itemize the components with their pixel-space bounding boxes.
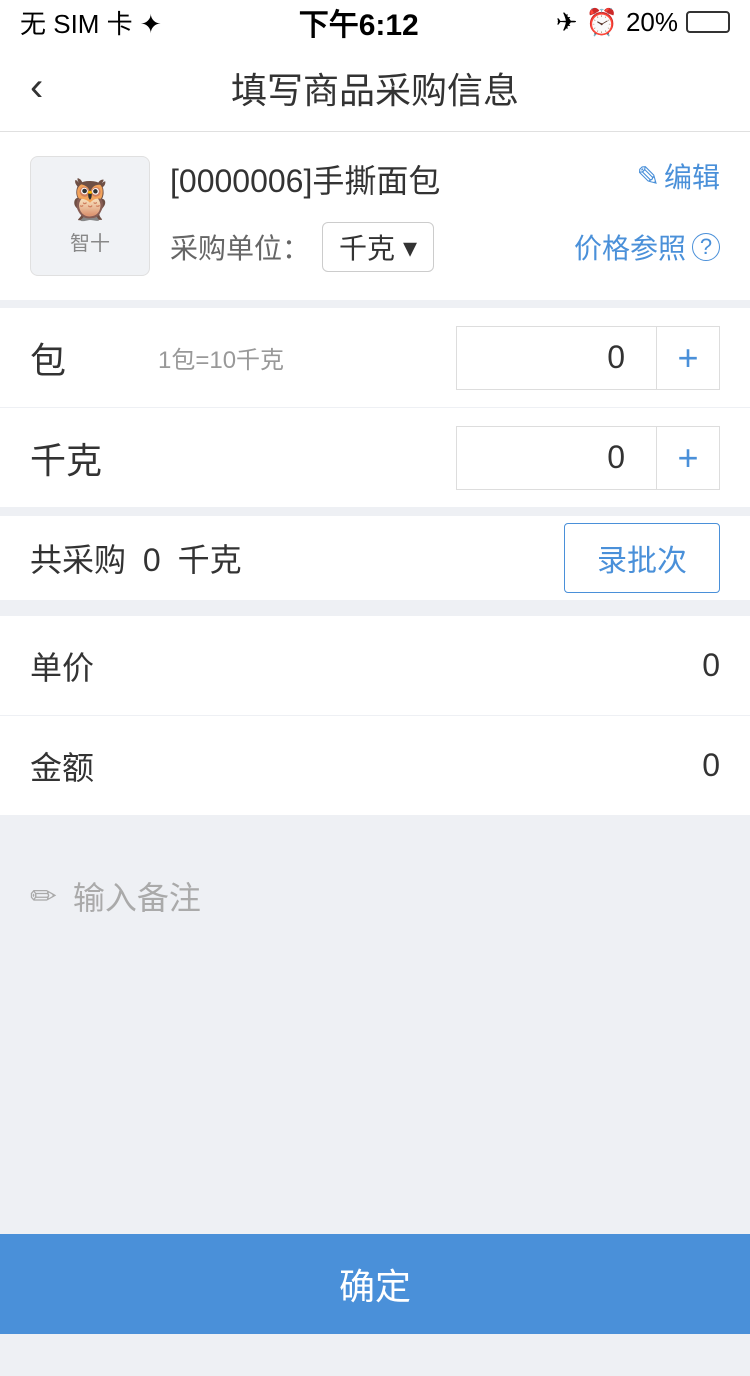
status-left: 无 SIM 卡 ✦ <box>20 4 162 41</box>
total-text: 共采购 0 千克 <box>30 535 242 581</box>
amount-row: 金额 0 <box>0 716 750 816</box>
product-info: [0000006]手撕面包 ✎ 编辑 采购单位： 千克 ▾ <box>170 156 720 272</box>
location-icon: ✈ <box>556 7 578 38</box>
total-label: 共采购 <box>30 542 126 578</box>
product-name: [0000006]手撕面包 <box>170 156 637 202</box>
status-bar: 无 SIM 卡 ✦ 下午6:12 ✈ ⏰ 20% <box>0 0 750 44</box>
alarm-icon: ⏰ <box>586 7 618 38</box>
page-title: 填写商品采购信息 <box>231 62 519 114</box>
product-card: 🦉 智十 [0000006]手撕面包 ✎ 编辑 采购单位： 千克 <box>0 132 750 308</box>
total-row: 共采购 0 千克 录批次 <box>0 508 750 608</box>
qty-label-kg: 千克 <box>30 432 150 484</box>
dropdown-icon: ▾ <box>403 231 417 264</box>
qty-plus-bag[interactable]: + <box>656 326 720 390</box>
product-top-row: [0000006]手撕面包 ✎ 编辑 <box>170 156 720 202</box>
unit-label: 采购单位： <box>170 227 310 267</box>
remark-placeholder: 输入备注 <box>73 873 201 919</box>
quantity-row-kg: 千克 + <box>0 408 750 508</box>
back-button[interactable]: ‹ <box>30 65 90 110</box>
amount-label: 金额 <box>30 743 94 789</box>
qty-input-wrap-kg: + <box>150 426 720 490</box>
remark-section[interactable]: ✏ 输入备注 <box>0 816 750 976</box>
qty-label-bag: 包 <box>30 332 150 384</box>
price-row: 单价 0 <box>0 616 750 716</box>
unit-value: 千克 <box>339 227 395 267</box>
quantity-section: 包 1包=10千克 + 千克 + <box>0 308 750 508</box>
battery-icon <box>686 11 730 33</box>
status-time: 下午6:12 <box>299 0 419 44</box>
price-ref-label: 价格参照 <box>574 227 686 267</box>
total-unit: 千克 <box>178 542 242 578</box>
price-ref-link[interactable]: 价格参照 ? <box>574 227 720 267</box>
qty-sublabel-bag: 1包=10千克 <box>158 340 284 375</box>
qty-plus-kg[interactable]: + <box>656 426 720 490</box>
price-info-section: 单价 0 金额 0 <box>0 616 750 816</box>
product-unit-row: 采购单位： 千克 ▾ 价格参照 ? <box>170 222 720 272</box>
owl-icon: 🦉 <box>65 176 115 223</box>
qty-input-wrap-bag: + <box>284 326 720 390</box>
quantity-row-bag: 包 1包=10千克 + <box>0 308 750 408</box>
status-right: ✈ ⏰ 20% <box>556 7 730 38</box>
product-thumb-label: 智十 <box>70 227 110 256</box>
batch-button[interactable]: 录批次 <box>564 523 720 593</box>
battery-percent: 20% <box>626 7 678 38</box>
nav-bar: ‹ 填写商品采购信息 <box>0 44 750 132</box>
price-label: 单价 <box>30 643 94 689</box>
info-icon: ? <box>692 233 720 261</box>
edit-icon: ✎ <box>637 160 660 193</box>
edit-link[interactable]: ✎ 编辑 <box>637 156 720 196</box>
product-thumbnail: 🦉 智十 <box>30 156 150 276</box>
qty-input-kg[interactable] <box>456 426 656 490</box>
qty-input-bag[interactable] <box>456 326 656 390</box>
price-value: 0 <box>702 647 720 684</box>
pencil-icon: ✏ <box>30 877 57 915</box>
unit-select[interactable]: 千克 ▾ <box>322 222 434 272</box>
edit-label[interactable]: 编辑 <box>664 156 720 196</box>
confirm-button[interactable]: 确定 <box>0 1234 750 1334</box>
total-value: 0 <box>143 542 161 578</box>
bottom-spacer <box>0 976 750 1276</box>
amount-value: 0 <box>702 747 720 784</box>
